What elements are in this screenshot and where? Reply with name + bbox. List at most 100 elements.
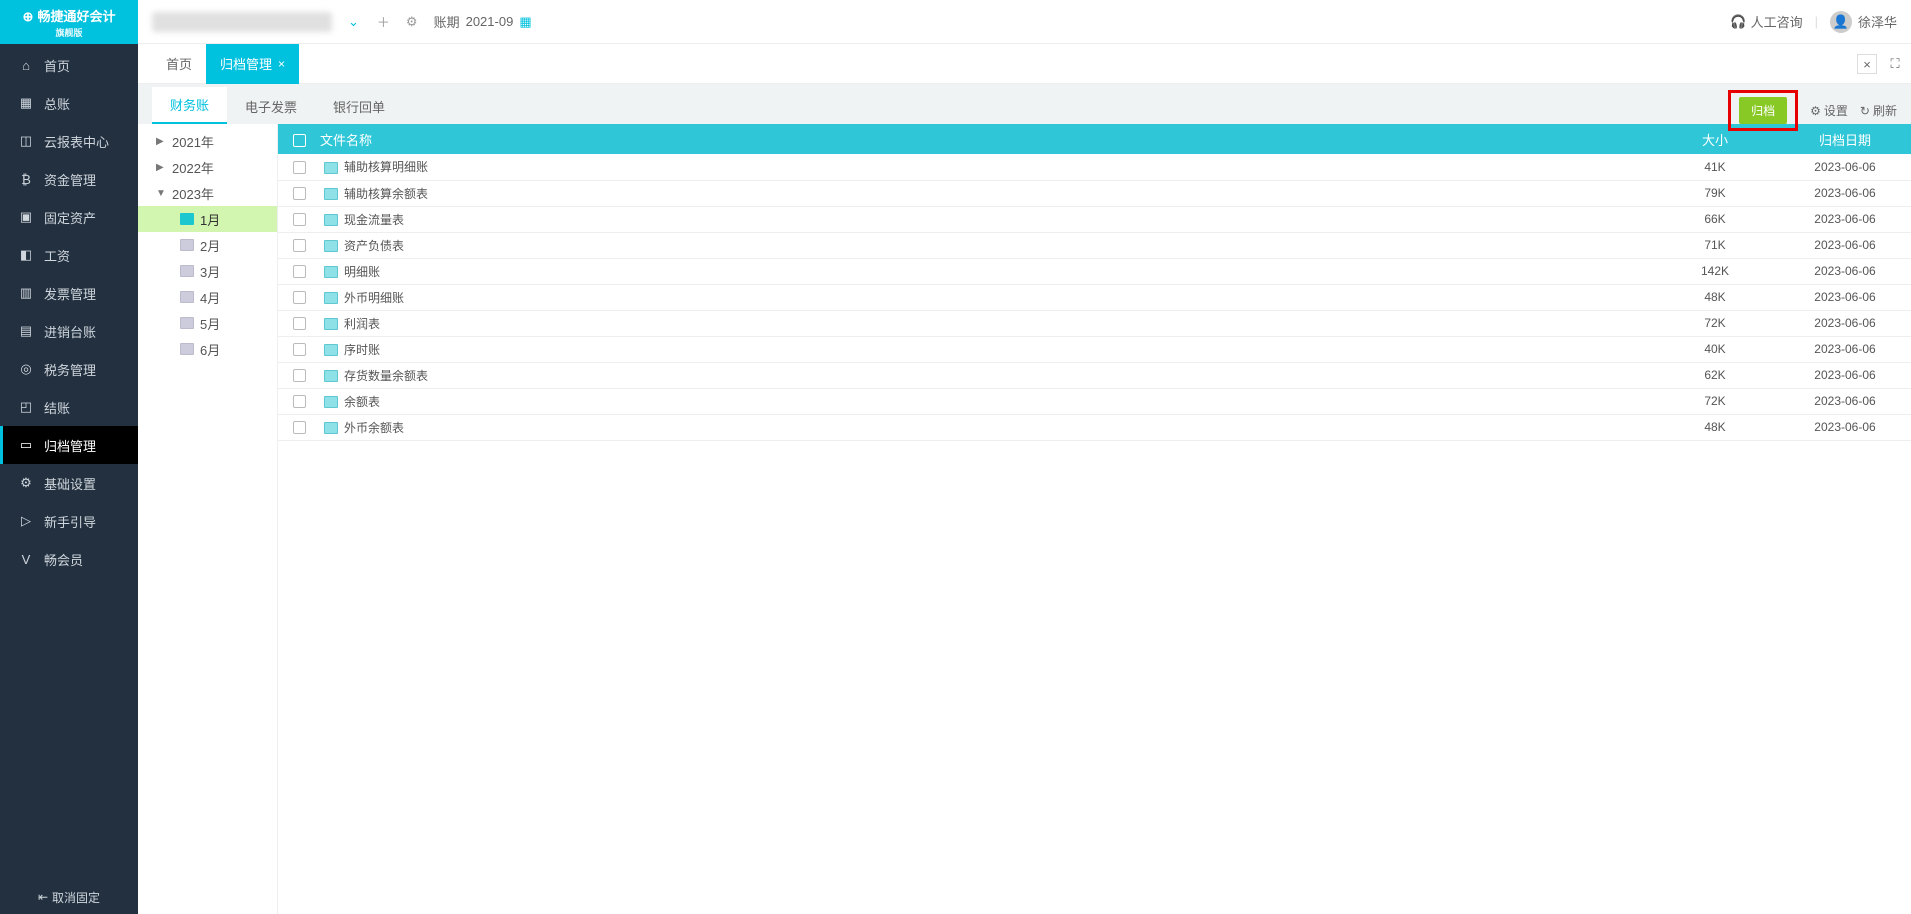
table-row[interactable]: 辅助核算余额表79K2023-06-06: [278, 180, 1911, 206]
chevron-down-icon[interactable]: ⌄: [348, 14, 359, 30]
row-checkbox[interactable]: [293, 291, 306, 304]
sidebar-item-label: 结账: [44, 398, 70, 417]
caret-right-icon: ▶: [156, 162, 166, 173]
row-checkbox[interactable]: [293, 369, 306, 382]
row-checkbox[interactable]: [293, 213, 306, 226]
sidebar-item-settings[interactable]: ⚙基础设置: [0, 464, 138, 502]
file-date: 2023-06-06: [1771, 336, 1911, 362]
row-checkbox[interactable]: [293, 187, 306, 200]
close-period-icon: ◰: [18, 399, 34, 415]
file-name: 资产负债表: [344, 239, 404, 253]
page-tabs: 首页 归档管理× × ⛶: [138, 44, 1911, 84]
vip-icon: V: [18, 551, 34, 567]
tree-month-5[interactable]: 5月: [138, 310, 277, 336]
folder-icon: [180, 239, 194, 251]
salary-icon: ◧: [18, 247, 34, 263]
ledger-icon: ▦: [18, 95, 34, 111]
period-value[interactable]: 2021-09: [466, 14, 514, 29]
table-row[interactable]: 存货数量余额表62K2023-06-06: [278, 362, 1911, 388]
sidebar-item-funds[interactable]: ₿资金管理: [0, 160, 138, 198]
file-date: 2023-06-06: [1771, 206, 1911, 232]
brand-logo[interactable]: ⊕畅捷通好会计 旗舰版: [0, 0, 138, 44]
tab-home[interactable]: 首页: [152, 44, 206, 84]
fullscreen-icon[interactable]: ⛶: [1885, 54, 1905, 74]
funds-icon: ₿: [18, 171, 34, 187]
tree-month-4[interactable]: 4月: [138, 284, 277, 310]
folder-icon: [324, 214, 338, 226]
file-size: 72K: [1651, 388, 1771, 414]
plus-icon[interactable]: ＋: [377, 12, 390, 31]
period-label: 账期: [434, 12, 460, 31]
tab-close-icon[interactable]: ×: [278, 57, 285, 71]
table-row[interactable]: 明细账142K2023-06-06: [278, 258, 1911, 284]
sidebar-item-close[interactable]: ◰ 结账: [0, 388, 138, 426]
sidebar-item-tax[interactable]: ◎税务管理: [0, 350, 138, 388]
company-selector-blurred[interactable]: [152, 12, 332, 32]
subtab-einvoice[interactable]: 电子发票: [227, 89, 315, 124]
file-date: 2023-06-06: [1771, 362, 1911, 388]
tree-year-2022[interactable]: ▶2022年: [138, 154, 277, 180]
file-size: 79K: [1651, 180, 1771, 206]
sidebar-item-home[interactable]: ⌂首页: [0, 46, 138, 84]
sidebar-item-invoice[interactable]: ▥发票管理: [0, 274, 138, 312]
table-row[interactable]: 外币余额表48K2023-06-06: [278, 414, 1911, 440]
tree-year-2023[interactable]: ▼2023年: [138, 180, 277, 206]
row-checkbox[interactable]: [293, 161, 306, 174]
sidebar-item-ledger[interactable]: ▦总账: [0, 84, 138, 122]
file-date: 2023-06-06: [1771, 388, 1911, 414]
sidebar-item-jinxiao[interactable]: ▤ 进销台账: [0, 312, 138, 350]
unpin-sidebar[interactable]: ⇤取消固定: [0, 880, 138, 914]
select-all-checkbox[interactable]: [293, 134, 306, 147]
sidebar-item-assets[interactable]: ▣固定资产: [0, 198, 138, 236]
row-checkbox[interactable]: [293, 421, 306, 434]
tab-archive[interactable]: 归档管理×: [206, 44, 299, 84]
sidebar-item-salary[interactable]: ◧工资: [0, 236, 138, 274]
tree-month-6[interactable]: 6月: [138, 336, 277, 362]
subtab-finance[interactable]: 财务账: [152, 87, 227, 124]
table-row[interactable]: 现金流量表66K2023-06-06: [278, 206, 1911, 232]
sidebar-item-member[interactable]: V畅会员: [0, 540, 138, 578]
table-row[interactable]: 资产负债表71K2023-06-06: [278, 232, 1911, 258]
row-checkbox[interactable]: [293, 239, 306, 252]
close-all-tabs-button[interactable]: ×: [1857, 54, 1877, 74]
row-checkbox[interactable]: [293, 395, 306, 408]
table-row[interactable]: 外币明细账48K2023-06-06: [278, 284, 1911, 310]
file-size: 48K: [1651, 284, 1771, 310]
sidebar-item-archive[interactable]: ▭归档管理: [0, 426, 138, 464]
sidebar-item-reports[interactable]: ◫云报表中心: [0, 122, 138, 160]
inventory-icon: ▤: [18, 323, 34, 339]
file-name: 利润表: [344, 317, 380, 331]
table-row[interactable]: 辅助核算明细账41K2023-06-06: [278, 154, 1911, 180]
subtab-bank[interactable]: 银行回单: [315, 89, 403, 124]
refresh-link[interactable]: ↻刷新: [1860, 102, 1897, 119]
sidebar-item-label: 进销台账: [44, 322, 96, 341]
play-icon: ▷: [18, 513, 34, 529]
sidebar-item-guide[interactable]: ▷新手引导: [0, 502, 138, 540]
tree-month-2[interactable]: 2月: [138, 232, 277, 258]
archive-button[interactable]: 归档: [1739, 97, 1787, 124]
file-name: 存货数量余额表: [344, 369, 428, 383]
file-date: 2023-06-06: [1771, 310, 1911, 336]
settings-link[interactable]: ⚙设置: [1810, 102, 1848, 119]
folder-icon: [324, 318, 338, 330]
user-menu[interactable]: 👤 徐泽华: [1830, 11, 1897, 33]
archive-highlight: 归档: [1728, 90, 1798, 131]
row-checkbox[interactable]: [293, 265, 306, 278]
tree-month-1[interactable]: 1月: [138, 206, 277, 232]
row-checkbox[interactable]: [293, 317, 306, 330]
table-row[interactable]: 利润表72K2023-06-06: [278, 310, 1911, 336]
tree-month-3[interactable]: 3月: [138, 258, 277, 284]
settings-icon[interactable]: ⚙: [406, 14, 418, 30]
folder-icon: [324, 344, 338, 356]
file-name: 现金流量表: [344, 213, 404, 227]
table-row[interactable]: 序时账40K2023-06-06: [278, 336, 1911, 362]
chart-icon: ◫: [18, 133, 34, 149]
file-date: 2023-06-06: [1771, 154, 1911, 180]
manual-service-link[interactable]: 🎧人工咨询: [1730, 12, 1802, 31]
sidebar-item-label: 固定资产: [44, 208, 96, 227]
row-checkbox[interactable]: [293, 343, 306, 356]
tree-year-2021[interactable]: ▶2021年: [138, 128, 277, 154]
refresh-icon: ↻: [1860, 104, 1870, 118]
table-row[interactable]: 余额表72K2023-06-06: [278, 388, 1911, 414]
calendar-icon[interactable]: ▦: [519, 14, 531, 30]
